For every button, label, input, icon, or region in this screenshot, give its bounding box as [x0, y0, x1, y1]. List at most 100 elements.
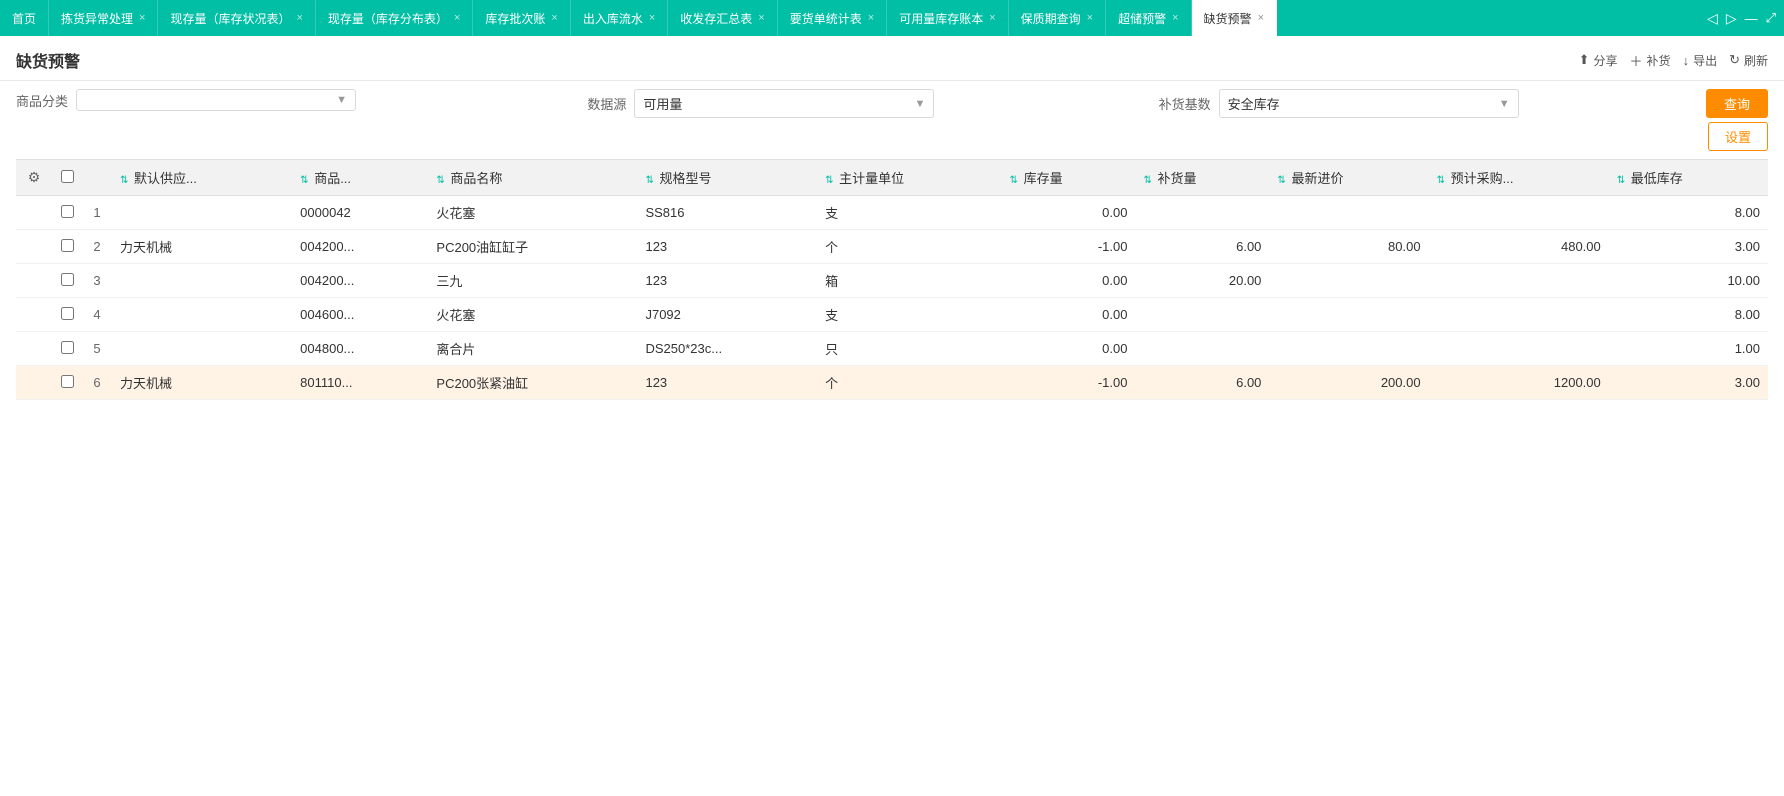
tab-close-available-ledger[interactable]: × — [989, 12, 995, 24]
col-unit[interactable]: ⇅ 主计量单位 — [817, 160, 1001, 196]
col-min-stock[interactable]: ⇅ 最低库存 — [1609, 160, 1768, 196]
replenish-button[interactable]: ＋ 补货 — [1630, 51, 1671, 70]
row-spec: 123 — [637, 366, 817, 400]
tab-exception[interactable]: 拣货异常处理 × — [49, 0, 158, 36]
page-header: 缺货预警 ⬆ 分享 ＋ 补货 ↓ 导出 ↻ 刷新 — [0, 36, 1784, 81]
tab-close-flow[interactable]: × — [649, 12, 655, 24]
row-replenish — [1135, 196, 1269, 230]
row-latest-price: 200.00 — [1269, 366, 1428, 400]
row-checkbox-4[interactable] — [61, 341, 74, 354]
tab-close-inventory-dist[interactable]: × — [454, 12, 460, 24]
replenish-base-select-arrow: ▼ — [1499, 98, 1510, 110]
row-checkbox-0[interactable] — [61, 205, 74, 218]
tab-shortage[interactable]: 缺货预警 × — [1192, 0, 1277, 36]
sort-spec-icon: ⇅ — [645, 175, 653, 186]
query-button[interactable]: 查询 — [1706, 89, 1768, 118]
export-button[interactable]: ↓ 导出 — [1683, 52, 1718, 69]
row-est-purchase — [1429, 264, 1609, 298]
row-stock: 0.00 — [1002, 264, 1136, 298]
col-code[interactable]: ⇅ 商品... — [292, 160, 428, 196]
category-select[interactable]: ▼ — [76, 89, 356, 111]
row-num: 5 — [82, 332, 112, 366]
settings-button[interactable]: 设置 — [1708, 122, 1768, 151]
window-minimize[interactable]: — — [1741, 11, 1762, 26]
tab-nav-prev[interactable]: ◁ — [1703, 10, 1722, 27]
row-supplier: 力天机械 — [112, 230, 292, 264]
row-num: 6 — [82, 366, 112, 400]
tab-nav-next[interactable]: ▷ — [1722, 10, 1741, 27]
tab-collection[interactable]: 收发存汇总表 × — [668, 0, 777, 36]
tab-close-collection[interactable]: × — [758, 12, 764, 24]
col-name[interactable]: ⇅ 商品名称 — [428, 160, 637, 196]
col-select-all[interactable] — [52, 160, 82, 196]
table-body: 1 0000042 火花塞 SS816 支 0.00 8.00 2 力天机械 0… — [16, 196, 1768, 400]
row-checkbox-cell[interactable] — [52, 196, 82, 230]
table-row: 6 力天机械 801110... PC200张紧油缸 123 个 -1.00 6… — [16, 366, 1768, 400]
tab-home[interactable]: 首页 — [0, 0, 49, 36]
tab-batch-account[interactable]: 库存批次账 × — [473, 0, 570, 36]
tab-close-shortage[interactable]: × — [1258, 12, 1264, 24]
row-code: 004200... — [292, 264, 428, 298]
tab-demand-stat[interactable]: 要货单统计表 × — [778, 0, 887, 36]
row-checkbox-2[interactable] — [61, 273, 74, 286]
tab-close-batch-account[interactable]: × — [551, 12, 557, 24]
row-checkbox-cell[interactable] — [52, 264, 82, 298]
row-checkbox-cell[interactable] — [52, 366, 82, 400]
col-supplier[interactable]: ⇅ 默认供应... — [112, 160, 292, 196]
row-unit: 箱 — [817, 264, 1001, 298]
replenish-base-label: 补货基数 — [1159, 94, 1211, 113]
datasource-select[interactable]: 可用量 ▼ — [634, 89, 934, 118]
tab-expiry-query[interactable]: 保质期查询 × — [1009, 0, 1106, 36]
row-checkbox-cell[interactable] — [52, 332, 82, 366]
row-est-purchase — [1429, 196, 1609, 230]
share-button[interactable]: ⬆ 分享 — [1579, 52, 1618, 69]
col-latest-price[interactable]: ⇅ 最新进价 — [1269, 160, 1428, 196]
window-maximize[interactable]: ⤢ — [1762, 10, 1780, 26]
datasource-select-arrow: ▼ — [914, 98, 925, 110]
row-checkbox-cell[interactable] — [52, 298, 82, 332]
table-row: 4 004600... 火花塞 J7092 支 0.00 8.00 — [16, 298, 1768, 332]
row-est-purchase — [1429, 332, 1609, 366]
row-stock: -1.00 — [1002, 366, 1136, 400]
col-stock[interactable]: ⇅ 库存量 — [1002, 160, 1136, 196]
row-code: 004600... — [292, 298, 428, 332]
row-supplier — [112, 196, 292, 230]
row-checkbox-1[interactable] — [61, 239, 74, 252]
page-title: 缺货预警 — [16, 48, 80, 72]
row-supplier: 力天机械 — [112, 366, 292, 400]
row-name: PC200油缸缸子 — [428, 230, 637, 264]
tab-close-exception[interactable]: × — [139, 12, 145, 24]
tab-available-ledger[interactable]: 可用量库存账本 × — [887, 0, 1008, 36]
col-replenish[interactable]: ⇅ 补货量 — [1135, 160, 1269, 196]
col-est-purchase[interactable]: ⇅ 预计采购... — [1429, 160, 1609, 196]
row-checkbox-5[interactable] — [61, 375, 74, 388]
filter-datasource-group: 数据源 可用量 ▼ — [587, 89, 1134, 118]
col-spec[interactable]: ⇅ 规格型号 — [637, 160, 817, 196]
select-all-checkbox[interactable] — [61, 170, 74, 183]
tab-inventory-dist[interactable]: 现存量（库存分布表） × — [316, 0, 473, 36]
sort-supplier-icon: ⇅ — [120, 175, 128, 186]
sort-unit-icon: ⇅ — [825, 175, 833, 186]
refresh-button[interactable]: ↻ 刷新 — [1729, 52, 1768, 69]
replenish-icon: ＋ — [1630, 51, 1643, 70]
tab-close-overstock[interactable]: × — [1172, 12, 1178, 24]
tab-close-demand-stat[interactable]: × — [868, 12, 874, 24]
row-checkbox-cell[interactable] — [52, 230, 82, 264]
tab-overstock[interactable]: 超储预警 × — [1106, 0, 1191, 36]
row-gear-cell — [16, 230, 52, 264]
settings-gear-icon[interactable]: ⚙ — [28, 169, 41, 185]
replenish-base-select[interactable]: 安全库存 ▼ — [1219, 89, 1519, 118]
tab-flow[interactable]: 出入库流水 × — [571, 0, 668, 36]
row-stock: 0.00 — [1002, 298, 1136, 332]
row-unit: 只 — [817, 332, 1001, 366]
row-gear-cell — [16, 366, 52, 400]
row-est-purchase — [1429, 298, 1609, 332]
tab-close-inventory-status[interactable]: × — [296, 12, 302, 24]
col-gear[interactable]: ⚙ — [16, 160, 52, 196]
tab-inventory-status[interactable]: 现存量（库存状况表） × — [158, 0, 315, 36]
row-code: 801110... — [292, 366, 428, 400]
replenish-base-select-text: 安全库存 — [1228, 94, 1495, 113]
row-checkbox-3[interactable] — [61, 307, 74, 320]
tab-close-expiry-query[interactable]: × — [1087, 12, 1093, 24]
row-replenish: 6.00 — [1135, 366, 1269, 400]
